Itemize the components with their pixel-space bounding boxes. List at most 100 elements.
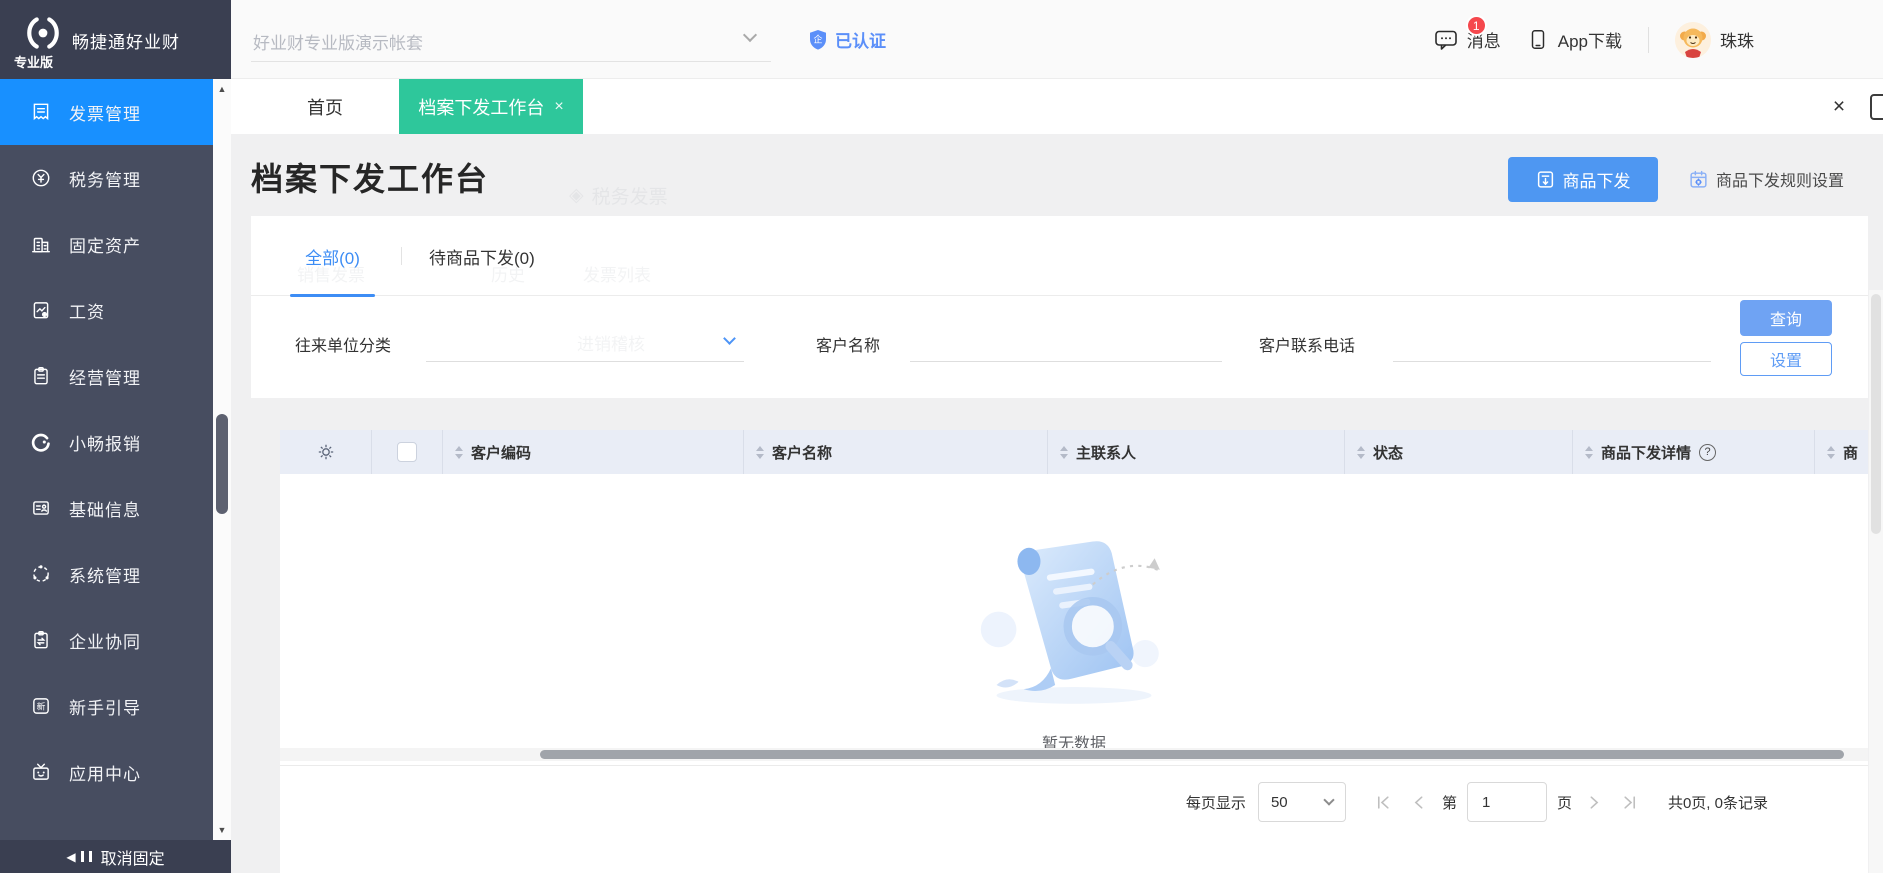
customer-name-input[interactable]: [910, 314, 1222, 362]
sort-icon[interactable]: [756, 445, 764, 459]
filter-label-category: 往来单位分类: [295, 338, 392, 355]
collaboration-icon: [30, 629, 52, 651]
settings-button[interactable]: 设置: [1740, 342, 1832, 376]
per-page-select[interactable]: 50: [1257, 782, 1346, 822]
sidebar-item-newbie-guide[interactable]: 新 新手引导: [0, 673, 213, 739]
account-select-value: 好业财专业版演示帐套: [253, 34, 423, 53]
sidebar-item-expense[interactable]: 小畅报销: [0, 409, 213, 475]
app-root: 畅捷通好业财 专业版 发票管理 税务管理 固定资产 工资 经营管理 小畅报销 基…: [0, 0, 1883, 873]
per-page-label: 每页显示: [1185, 794, 1246, 812]
empty-illustration: [980, 541, 1160, 704]
goods-dispatch-button[interactable]: 商品下发: [1508, 157, 1658, 202]
sidebar-item-label: 经营管理: [69, 368, 141, 388]
unpin-sidebar-button[interactable]: ◀ 取消固定: [0, 840, 231, 873]
sidebar-item-app-center[interactable]: 应用中心: [0, 739, 213, 805]
first-page-button[interactable]: [1374, 793, 1392, 811]
tab-home[interactable]: 首页: [281, 79, 369, 134]
query-button[interactable]: 查询: [1740, 300, 1832, 336]
app-download-button[interactable]: App下载: [1527, 27, 1622, 52]
sidebar-item-invoice[interactable]: 发票管理: [0, 79, 213, 145]
column-settings-cell[interactable]: [280, 430, 372, 474]
phone-icon: [1531, 30, 1544, 49]
filter-label-customer-name: 客户名称: [816, 338, 881, 355]
category-select[interactable]: [426, 314, 744, 362]
app-download-label: App下载: [1557, 32, 1622, 51]
building-icon: [30, 233, 52, 255]
close-icon: ×: [1832, 95, 1846, 118]
unpin-arrow-icon: ◀: [66, 849, 76, 864]
shield-icon: 企: [810, 29, 826, 50]
select-all-checkbox[interactable]: [397, 442, 417, 462]
sort-icon[interactable]: [1357, 445, 1365, 459]
page-prefix: 第: [1441, 794, 1457, 812]
dispatch-rules-settings-button[interactable]: 商品下发规则设置: [1688, 167, 1844, 191]
expense-c-icon: [30, 431, 52, 453]
tab-all[interactable]: 全部(0): [290, 216, 375, 297]
user-menu[interactable]: 珠珠: [1675, 21, 1754, 58]
next-page-button[interactable]: [1586, 793, 1604, 811]
calendar-gear-icon: [1690, 170, 1707, 188]
invoice-icon: [30, 101, 52, 123]
column-partial[interactable]: 商: [1815, 430, 1868, 474]
sidebar-item-collaboration[interactable]: 企业协同: [0, 607, 213, 673]
sidebar-item-label: 企业协同: [69, 632, 141, 652]
topbar: 好业财专业版演示帐套 企 已认证 消息 1 App下载 珠珠: [231, 0, 1883, 79]
sidebar-item-system[interactable]: 系统管理: [0, 541, 213, 607]
tab-pending-dispatch[interactable]: 待商品下发(0): [429, 216, 535, 296]
sidebar-scrollbar[interactable]: ▲ ▼: [213, 79, 231, 840]
sidebar-item-salary[interactable]: 工资: [0, 277, 213, 343]
goods-dispatch-label: 商品下发: [1562, 172, 1631, 191]
customer-phone-input[interactable]: [1393, 314, 1711, 362]
logo-block: 畅捷通好业财 专业版: [0, 0, 231, 79]
select-all-cell: [372, 430, 443, 474]
messages-button[interactable]: 消息 1: [1434, 15, 1501, 52]
account-select[interactable]: 好业财专业版演示帐套: [251, 20, 771, 62]
vertical-scrollbar-thumb[interactable]: [1871, 294, 1881, 534]
horizontal-scrollbar-thumb[interactable]: [540, 750, 1844, 759]
column-status[interactable]: 状态: [1345, 430, 1573, 474]
tab-list-icon[interactable]: [1870, 94, 1883, 120]
divider: [401, 247, 402, 265]
sidebar-item-label: 固定资产: [69, 236, 141, 256]
column-label: 客户编码: [471, 444, 532, 462]
page-number-input[interactable]: [1466, 782, 1547, 822]
sort-icon[interactable]: [455, 445, 463, 459]
vertical-scrollbar[interactable]: [1869, 290, 1883, 873]
close-all-tabs-button[interactable]: ×: [1819, 87, 1859, 127]
sidebar-item-tax[interactable]: 税务管理: [0, 145, 213, 211]
sort-icon[interactable]: [1585, 445, 1593, 459]
verified-label: 已认证: [835, 32, 886, 51]
sidebar-item-basic-info[interactable]: 基础信息: [0, 475, 213, 541]
column-label: 商品下发详情: [1601, 444, 1692, 462]
tax-icon: [30, 167, 52, 189]
list-tabs: 全部(0) 待商品下发(0): [251, 216, 1868, 297]
sidebar: 畅捷通好业财 专业版 发票管理 税务管理 固定资产 工资 经营管理 小畅报销 基…: [0, 0, 231, 873]
app-center-icon: [30, 761, 52, 783]
scroll-down-icon[interactable]: ▼: [213, 825, 231, 835]
help-icon[interactable]: ?: [1699, 443, 1717, 461]
column-customer-name[interactable]: 客户名称: [744, 430, 1048, 474]
sidebar-item-operations[interactable]: 经营管理: [0, 343, 213, 409]
column-dispatch-detail[interactable]: 商品下发详情 ?: [1573, 430, 1815, 474]
column-customer-code[interactable]: 客户编码: [443, 430, 744, 474]
horizontal-scrollbar[interactable]: [280, 748, 1868, 761]
tab-close-icon[interactable]: ×: [554, 98, 563, 116]
prev-page-button[interactable]: [1410, 793, 1428, 811]
sidebar-item-label: 基础信息: [69, 500, 141, 520]
page-title: 档案下发工作台: [251, 161, 490, 197]
divider: [1648, 26, 1649, 53]
document-down-icon: [1537, 171, 1553, 188]
scroll-up-icon[interactable]: ▲: [213, 84, 231, 94]
sidebar-item-fixed-assets[interactable]: 固定资产: [0, 211, 213, 277]
column-label: 商: [1843, 444, 1859, 462]
unpin-label: 取消固定: [100, 850, 165, 868]
column-main-contact[interactable]: 主联系人: [1048, 430, 1345, 474]
per-page-value: 50: [1270, 793, 1288, 811]
tab-active-workbench[interactable]: 档案下发工作台 ×: [399, 79, 583, 134]
dispatch-rules-settings-label: 商品下发规则设置: [1716, 173, 1845, 190]
sort-icon[interactable]: [1060, 445, 1068, 459]
sort-icon[interactable]: [1827, 445, 1835, 459]
table-header: 客户编码 客户名称 主联系人 状态 商品下发详情 ? 商: [280, 430, 1868, 474]
sidebar-scrollbar-thumb[interactable]: [216, 414, 228, 514]
last-page-button[interactable]: [1622, 793, 1640, 811]
